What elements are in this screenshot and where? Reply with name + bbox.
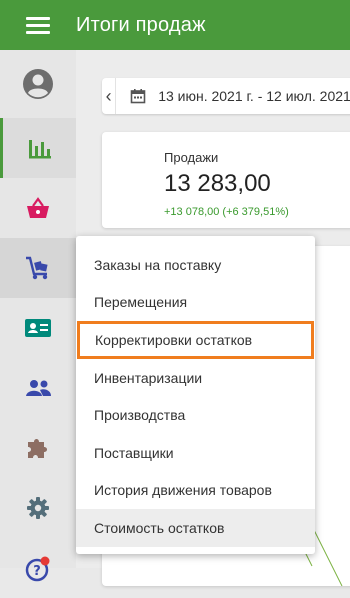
menu-item-suppliers[interactable]: Поставщики — [76, 434, 315, 472]
date-range-text[interactable]: 13 июн. 2021 г. - 12 июл. 2021 г. — [158, 88, 350, 104]
summary-value: 13 283,00 — [164, 170, 271, 197]
cart-icon — [26, 256, 48, 280]
basket-icon — [27, 197, 49, 218]
calendar-icon[interactable] — [130, 88, 146, 104]
top-app-bar: Итоги продаж — [0, 0, 350, 50]
inventory-submenu: Заказы на поставку Перемещения Корректир… — [76, 236, 315, 554]
menu-item-transfers[interactable]: Перемещения — [76, 284, 315, 322]
chevron-left-icon: ‹ — [105, 85, 112, 106]
menu-item-inventory-counts[interactable]: Инвентаризации — [76, 359, 315, 397]
id-card-icon — [25, 319, 51, 337]
date-range-bar: ‹ 13 июн. 2021 г. - 12 июл. 2021 г. — [102, 78, 350, 114]
puzzle-icon — [28, 439, 47, 458]
menu-item-stock-adjustments[interactable]: Корректировки остатков — [77, 321, 314, 359]
menu-item-inventory-history[interactable]: История движения товаров — [76, 472, 315, 510]
sales-summary-card: Продажи 13 283,00 +13 078,00 (+6 379,51%… — [102, 132, 350, 228]
people-icon — [26, 380, 51, 396]
menu-item-purchase-orders[interactable]: Заказы на поставку — [76, 246, 315, 284]
sidebar-item-inventory[interactable] — [0, 238, 76, 298]
menu-icon[interactable] — [26, 13, 50, 38]
sidebar-item-employees[interactable] — [0, 358, 76, 418]
menu-item-inventory-valuation[interactable]: Стоимость остатков — [76, 509, 315, 547]
sidebar-item-analytics[interactable] — [0, 118, 76, 178]
page-title: Итоги продаж — [76, 13, 206, 36]
sidebar-item-help[interactable]: ? — [0, 538, 76, 598]
svg-text:?: ? — [33, 564, 41, 579]
sidebar-item-customers[interactable] — [0, 298, 76, 358]
help-icon: ? — [25, 556, 50, 582]
sidebar-item-sales[interactable] — [0, 178, 76, 238]
menu-item-productions[interactable]: Производства — [76, 396, 315, 434]
previous-period-button[interactable]: ‹ — [102, 78, 117, 114]
sidebar: ? — [0, 50, 76, 582]
user-icon — [23, 69, 53, 99]
sidebar-item-integrations[interactable] — [0, 418, 76, 478]
bar-chart-icon — [28, 140, 51, 159]
sidebar-item-profile[interactable] — [0, 54, 76, 114]
sidebar-item-settings[interactable] — [0, 478, 76, 538]
summary-label: Продажи — [164, 150, 219, 165]
gear-icon — [27, 497, 49, 519]
summary-delta: +13 078,00 (+6 379,51%) — [164, 206, 289, 218]
